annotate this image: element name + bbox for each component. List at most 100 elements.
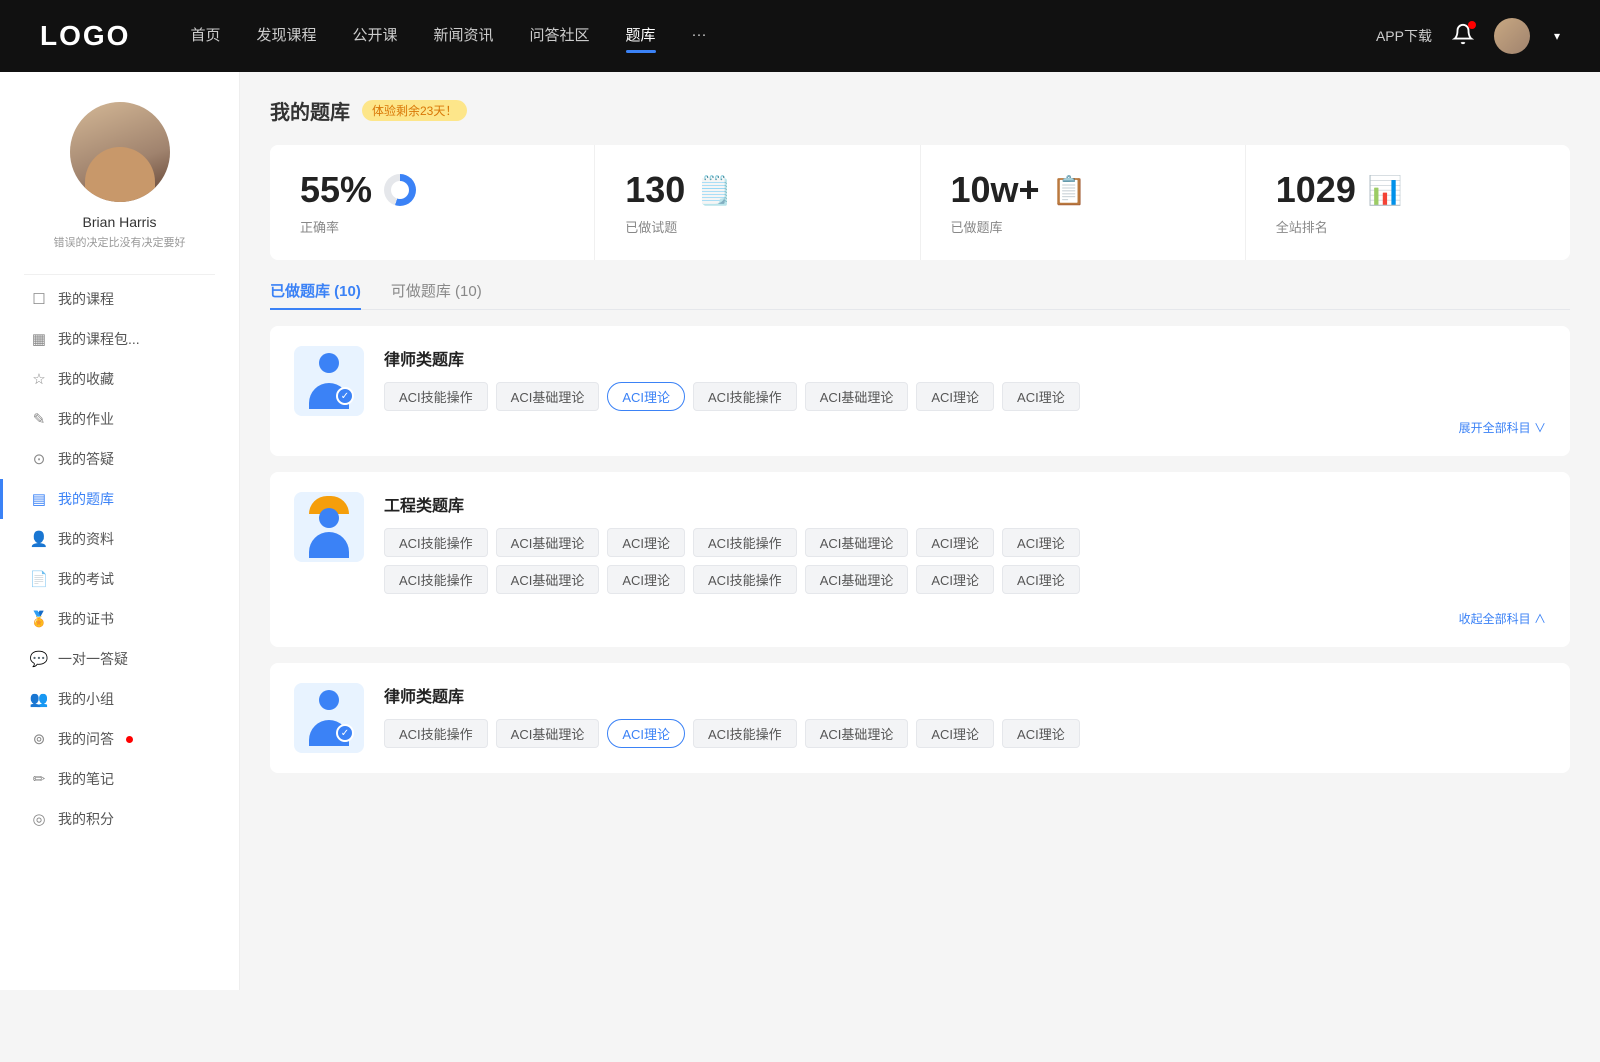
qbank-info-lawyer-2: 律师类题库 ACI技能操作 ACI基础理论 ACI理论 ACI技能操作 ACI基… (384, 683, 1546, 748)
doc-green-icon: 🗒️ (697, 174, 732, 207)
tag-item[interactable]: ACI理论 (916, 719, 994, 748)
sidebar-label: 我的小组 (58, 689, 114, 709)
tag-item[interactable]: ACI基础理论 (496, 382, 600, 411)
certificate-icon: 🏅 (30, 610, 48, 628)
tag-item[interactable]: ACI理论 (1002, 528, 1080, 557)
sidebar-item-my-course[interactable]: ☐ 我的课程 (0, 279, 239, 319)
logo: LOGO (40, 20, 130, 52)
nav-home[interactable]: 首页 (190, 24, 220, 49)
tab-available-banks[interactable]: 可做题库 (10) (391, 280, 482, 309)
notification-badge (1468, 21, 1476, 29)
qbank-name-lawyer-2: 律师类题库 (384, 683, 1546, 707)
tag-item[interactable]: ACI理论 (916, 528, 994, 557)
tab-done-banks[interactable]: 已做题库 (10) (270, 280, 361, 309)
tag-item[interactable]: ACI技能操作 (384, 528, 488, 557)
tag-item[interactable]: ACI技能操作 (693, 719, 797, 748)
sidebar-label: 我的收藏 (58, 369, 114, 389)
sidebar-item-my-qa[interactable]: ⊙ 我的答疑 (0, 439, 239, 479)
sidebar-item-my-exam[interactable]: 📄 我的考试 (0, 559, 239, 599)
nav-qa[interactable]: 问答社区 (530, 24, 590, 49)
tag-item[interactable]: ACI技能操作 (384, 719, 488, 748)
qbank-tags-lawyer-2: ACI技能操作 ACI基础理论 ACI理论 ACI技能操作 ACI基础理论 AC… (384, 719, 1546, 748)
sidebar-item-my-notes[interactable]: ✏ 我的笔记 (0, 759, 239, 799)
nav-open-course[interactable]: 公开课 (352, 24, 397, 49)
question-badge (126, 736, 133, 743)
qbank-icon-lawyer-2: ✓ (294, 683, 364, 753)
notification-bell[interactable] (1452, 23, 1474, 50)
qbank-name-engineer: 工程类题库 (384, 492, 1546, 516)
tag-item[interactable]: ACI技能操作 (693, 528, 797, 557)
nav-links: 首页 发现课程 公开课 新闻资讯 问答社区 题库 ··· (190, 24, 1376, 49)
tag-item[interactable]: ACI基础理论 (805, 528, 909, 557)
user-menu-chevron[interactable]: ▾ (1554, 29, 1560, 43)
tag-item[interactable]: ACI基础理论 (805, 565, 909, 594)
tag-item[interactable]: ACI理论 (1002, 382, 1080, 411)
tag-item-active[interactable]: ACI理论 (607, 382, 685, 411)
nav-news[interactable]: 新闻资讯 (434, 24, 494, 49)
trial-badge: 体验剩余23天！ (362, 100, 467, 121)
qbank-card-engineer: 工程类题库 ACI技能操作 ACI基础理论 ACI理论 ACI技能操作 ACI基… (270, 472, 1570, 647)
lawyer-check-icon: ✓ (336, 387, 354, 405)
sidebar-label: 我的答疑 (58, 449, 114, 469)
tag-item[interactable]: ACI理论 (607, 528, 685, 557)
sidebar-item-question-bank[interactable]: ▤ 我的题库 (0, 479, 239, 519)
tag-item[interactable]: ACI基础理论 (496, 528, 600, 557)
tag-item[interactable]: ACI基础理论 (805, 719, 909, 748)
expand-link-engineer[interactable]: 收起全部科目 ∧ (384, 610, 1546, 627)
stats-row: 55% 正确率 130 🗒️ 已做试题 10w+ 📋 已做题库 (270, 145, 1570, 260)
stat-label-accuracy: 正确率 (300, 217, 564, 236)
tag-item[interactable]: ACI理论 (916, 382, 994, 411)
question-circle-icon: ⊙ (30, 450, 48, 468)
nav-discover[interactable]: 发现课程 (256, 24, 316, 49)
stat-label-done: 已做试题 (625, 217, 889, 236)
tag-item[interactable]: ACI技能操作 (384, 382, 488, 411)
top-navigation: LOGO 首页 发现课程 公开课 新闻资讯 问答社区 题库 ··· APP下载 … (0, 0, 1600, 72)
tabs: 已做题库 (10) 可做题库 (10) (270, 280, 1570, 310)
tag-item[interactable]: ACI技能操作 (384, 565, 488, 594)
nav-question-bank[interactable]: 题库 (626, 24, 656, 49)
tag-item[interactable]: ACI基础理论 (496, 565, 600, 594)
sidebar-item-my-points[interactable]: ◎ 我的积分 (0, 799, 239, 839)
stat-top: 130 🗒️ (625, 169, 889, 211)
qbank-tags-section: ACI技能操作 ACI基础理论 ACI理论 ACI技能操作 ACI基础理论 AC… (384, 528, 1546, 627)
engineer-head (319, 508, 339, 528)
stat-done-questions: 130 🗒️ 已做试题 (595, 145, 920, 260)
sidebar-item-my-group[interactable]: 👥 我的小组 (0, 679, 239, 719)
sidebar-label: 我的问答 (58, 729, 114, 749)
sidebar-item-homework[interactable]: ✎ 我的作业 (0, 399, 239, 439)
avatar-image (70, 102, 170, 202)
user-avatar-nav[interactable] (1494, 18, 1530, 54)
group-icon: 👥 (30, 690, 48, 708)
qbank-name-lawyer-1: 律师类题库 (384, 346, 1546, 370)
sidebar-item-my-questions[interactable]: ⊚ 我的问答 (0, 719, 239, 759)
stat-rank: 1029 📊 全站排名 (1246, 145, 1570, 260)
sidebar-item-one-on-one[interactable]: 💬 一对一答疑 (0, 639, 239, 679)
page-title: 我的题库 (270, 96, 350, 125)
tag-item[interactable]: ACI理论 (607, 565, 685, 594)
star-icon: ☆ (30, 370, 48, 388)
sidebar-item-certificate[interactable]: 🏅 我的证书 (0, 599, 239, 639)
stat-number-done: 130 (625, 169, 685, 211)
tag-item[interactable]: ACI理论 (1002, 719, 1080, 748)
tag-item[interactable]: ACI技能操作 (693, 565, 797, 594)
stat-number-banks: 10w+ (951, 169, 1040, 211)
tag-item-active[interactable]: ACI理论 (607, 719, 685, 748)
expand-link-lawyer-1[interactable]: 展开全部科目 ∨ (384, 419, 1546, 436)
tag-item[interactable]: ACI理论 (1002, 565, 1080, 594)
sidebar-item-course-package[interactable]: ▦ 我的课程包... (0, 319, 239, 359)
list-yellow-icon: 📋 (1052, 174, 1087, 207)
chart-red-icon: 📊 (1368, 174, 1403, 207)
tag-item[interactable]: ACI基础理论 (496, 719, 600, 748)
stat-number-accuracy: 55% (300, 169, 372, 211)
question-mark-icon: ⊚ (30, 730, 48, 748)
page-header: 我的题库 体验剩余23天！ (270, 96, 1570, 125)
sidebar-item-favorites[interactable]: ☆ 我的收藏 (0, 359, 239, 399)
tag-item[interactable]: ACI基础理论 (805, 382, 909, 411)
tag-item[interactable]: ACI技能操作 (693, 382, 797, 411)
chat-icon: 💬 (30, 650, 48, 668)
user-name: Brian Harris (83, 214, 157, 230)
app-download-link[interactable]: APP下载 (1376, 26, 1432, 46)
tag-item[interactable]: ACI理论 (916, 565, 994, 594)
sidebar-item-my-data[interactable]: 👤 我的资料 (0, 519, 239, 559)
nav-more[interactable]: ··· (692, 26, 707, 47)
